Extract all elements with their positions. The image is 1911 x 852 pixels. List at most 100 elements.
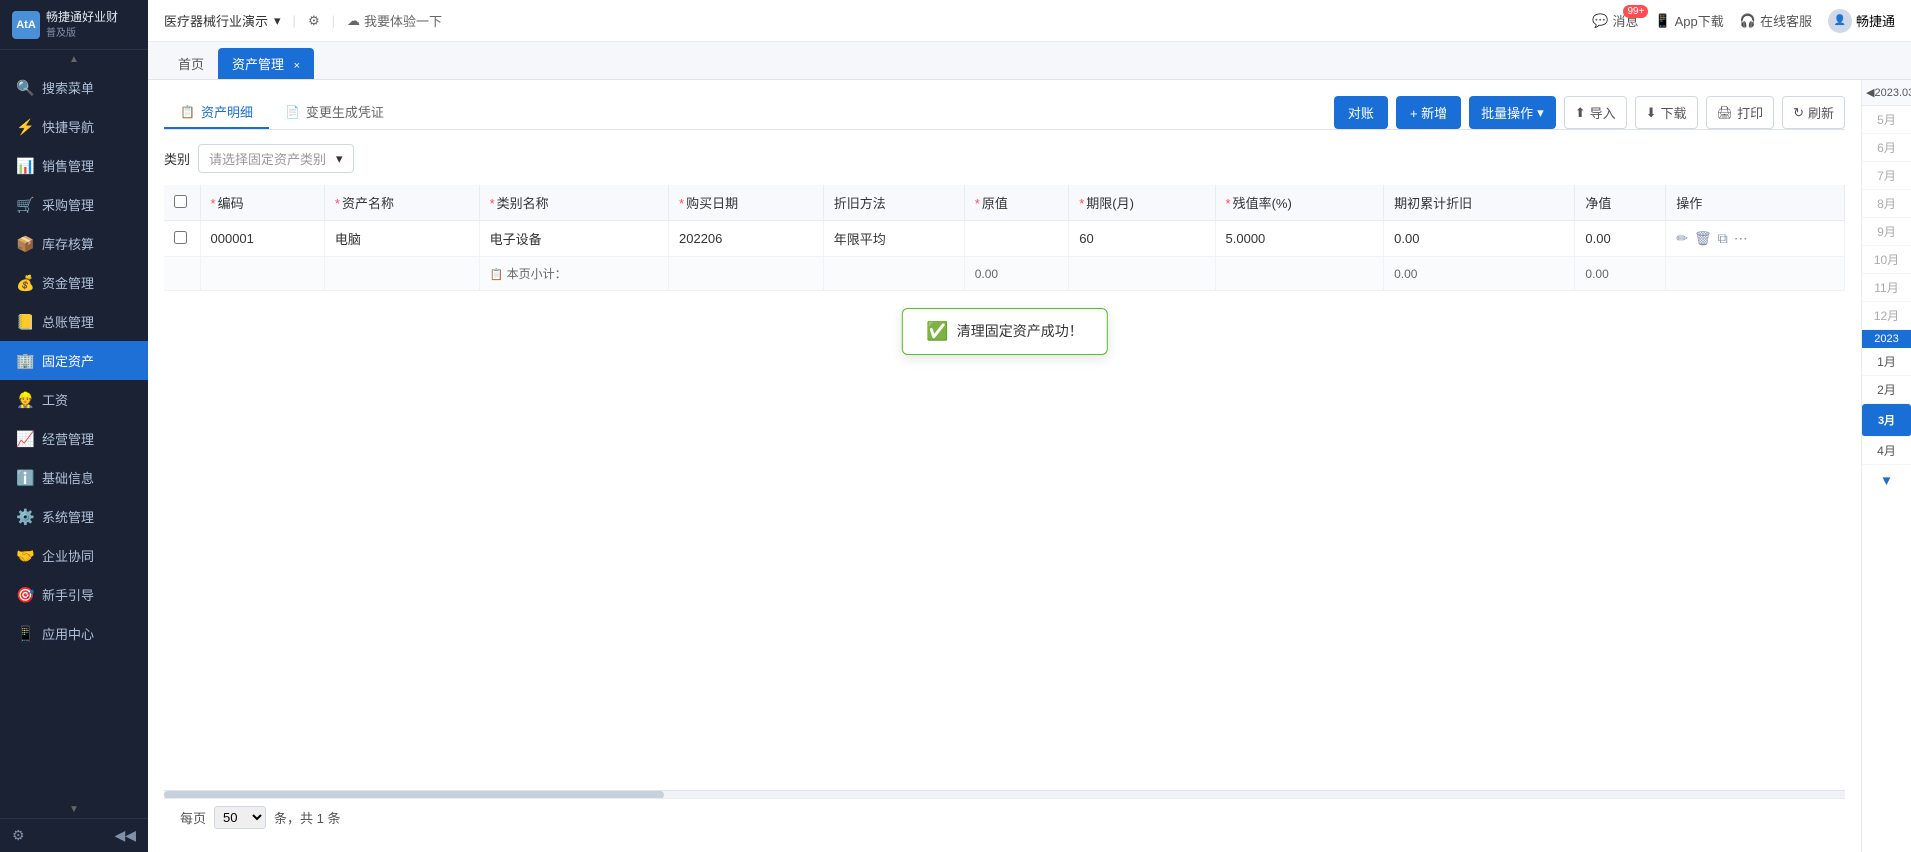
reconcile-button[interactable]: 对账 [1334, 96, 1388, 129]
print-button[interactable]: 🖨 打印 [1706, 96, 1775, 129]
cal-month-6[interactable]: 6月 [1862, 134, 1911, 162]
import-button[interactable]: ⬆ 导入 [1564, 96, 1627, 129]
calendar-year-month: 2023.03 [1874, 87, 1911, 99]
service-label: 在线客服 [1760, 11, 1812, 30]
download-button[interactable]: ⬇ 下载 [1635, 96, 1698, 129]
cal-month-8[interactable]: 8月 [1862, 190, 1911, 218]
sidebar-item-corp-collab[interactable]: 🤝 企业协同 [0, 536, 148, 575]
batch-button[interactable]: 批量操作 ▾ [1469, 96, 1556, 129]
cal-prev-icon[interactable]: ◀ [1866, 86, 1874, 99]
sidebar-item-new-guide[interactable]: 🎯 新手引导 [0, 575, 148, 614]
settings-icon[interactable]: ⚙ [12, 827, 25, 844]
calendar-year-label[interactable]: 2023 [1862, 330, 1911, 348]
copy-action-button[interactable]: ⧉ [1718, 230, 1728, 247]
row-action-buttons: ✏ 🗑 ⧉ ⋯ [1676, 230, 1834, 247]
scrollbar-thumb[interactable] [164, 791, 664, 798]
sidebar-bottom: ⚙ ◀◀ [0, 818, 148, 852]
row-name-cell: 电脑 [324, 221, 479, 257]
category-select[interactable]: 请选择固定资产类别 ▾ [198, 144, 354, 173]
sidebar-item-base-info[interactable]: ℹ️ 基础信息 [0, 458, 148, 497]
sub-tab-asset-detail-label: 资产明细 [201, 102, 253, 121]
sidebar-item-ledger[interactable]: 📒 总账管理 [0, 302, 148, 341]
base-info-icon: ℹ️ [16, 469, 34, 487]
sidebar-item-search[interactable]: 🔍 搜索菜单 [0, 68, 148, 107]
online-service-btn[interactable]: 🎧 在线客服 [1740, 11, 1812, 30]
more-action-button[interactable]: ⋯ [1734, 230, 1748, 247]
sidebar-item-label: 资金管理 [42, 273, 94, 292]
settings-btn[interactable]: ⚙ [308, 13, 320, 29]
edit-action-button[interactable]: ✏ [1676, 230, 1688, 247]
sidebar-item-fixed-assets[interactable]: 🏢 固定资产 [0, 341, 148, 380]
calendar-header: ◀ 2023.03 ▶ [1862, 80, 1911, 106]
row-purchase-date-cell: 202206 [669, 221, 824, 257]
purchase-icon: 🛒 [16, 196, 34, 214]
payroll-icon: 👷 [16, 391, 34, 409]
batch-label: 批量操作 [1481, 103, 1533, 122]
per-page-label: 每页 [180, 808, 206, 827]
collapse-icon[interactable]: ◀◀ [114, 827, 136, 844]
cal-month-12[interactable]: 12月 [1862, 302, 1911, 330]
table-container: *编码 *资产名称 *类别名称 *购买日期 折旧方法 *原值 *期限(月) *残… [164, 185, 1845, 790]
row-checkbox[interactable] [174, 231, 187, 244]
total-label: 条，共 1 条 [274, 808, 340, 827]
cal-month-5[interactable]: 5月 [1862, 106, 1911, 134]
sidebar-item-inventory[interactable]: 📦 库存核算 [0, 224, 148, 263]
cal-month-4[interactable]: 4月 [1862, 437, 1911, 465]
col-code: *编码 [200, 185, 324, 221]
user-menu[interactable]: 👤 畅捷通 [1828, 9, 1895, 33]
subtotal-row: 📋 本页小计： 0.00 0.00 0.00 [164, 257, 1845, 291]
cal-month-1[interactable]: 1月 [1862, 348, 1911, 376]
subtotal-net-value: 0.00 [1575, 257, 1666, 291]
sidebar-item-app-center[interactable]: 📱 应用中心 [0, 614, 148, 653]
sidebar-item-sys-mgmt[interactable]: ⚙️ 系统管理 [0, 497, 148, 536]
sub-tab-asset-detail[interactable]: 📋 资产明细 [164, 96, 269, 129]
topbar: 医疗器械行业演示 ▾ | ⚙ | ☁ 我要体验一下 💬 消息 99+ 📱 App… [148, 0, 1911, 42]
delete-action-button[interactable]: 🗑 [1694, 230, 1712, 247]
sidebar-item-operations[interactable]: 📈 经营管理 [0, 419, 148, 458]
messages-btn[interactable]: 💬 消息 99+ [1592, 11, 1638, 30]
toolbar-right-btns: 对账 + 新增 批量操作 ▾ ⬆ 导入 ⬇ 下载 🖨 [1334, 96, 1845, 129]
company-selector[interactable]: 医疗器械行业演示 ▾ [164, 11, 281, 30]
calendar-expand-button[interactable]: ▼ [1866, 469, 1907, 492]
batch-dropdown-icon: ▾ [1537, 105, 1544, 121]
sidebar-item-label: 采购管理 [42, 195, 94, 214]
sub-tabs: 📋 资产明细 📄 变更生成凭证 对账 + 新增 批量操作 ▾ ⬆ [164, 96, 1845, 130]
new-button[interactable]: + 新增 [1396, 96, 1461, 129]
col-name: *资产名称 [324, 185, 479, 221]
col-original-value: *原值 [964, 185, 1068, 221]
cal-month-9[interactable]: 9月 [1862, 218, 1911, 246]
new-guide-icon: 🎯 [16, 586, 34, 604]
cal-month-11[interactable]: 11月 [1862, 274, 1911, 302]
tab-close-icon[interactable]: × [294, 60, 300, 72]
experience-btn[interactable]: ☁ 我要体验一下 [347, 11, 442, 30]
sidebar-logo: AtA 畅捷通好业财 普及版 [0, 0, 148, 50]
refresh-button[interactable]: ↻ 刷新 [1782, 96, 1845, 129]
download-icon: ⬇ [1646, 105, 1657, 121]
success-check-icon: ✅ [926, 321, 948, 342]
row-original-value-cell [964, 221, 1068, 257]
filter-row: 类别 请选择固定资产类别 ▾ [164, 144, 1845, 173]
per-page-select[interactable]: 50 100 200 [214, 806, 266, 829]
tab-home[interactable]: 首页 [164, 48, 218, 79]
sidebar-item-quick-nav[interactable]: ⚡ 快捷导航 [0, 107, 148, 146]
sidebar-item-purchase[interactable]: 🛒 采购管理 [0, 185, 148, 224]
asset-table: *编码 *资产名称 *类别名称 *购买日期 折旧方法 *原值 *期限(月) *残… [164, 185, 1845, 291]
horizontal-scrollbar[interactable] [164, 790, 1845, 798]
app-download-btn[interactable]: 📱 App下载 [1654, 11, 1723, 30]
cal-month-2[interactable]: 2月 [1862, 376, 1911, 404]
sidebar-item-capital[interactable]: 💰 资金管理 [0, 263, 148, 302]
import-icon: ⬆ [1575, 105, 1586, 121]
sidebar-scroll-down[interactable]: ▼ [0, 800, 148, 818]
cal-month-7[interactable]: 7月 [1862, 162, 1911, 190]
sub-tab-change-voucher[interactable]: 📄 变更生成凭证 [269, 96, 400, 129]
cal-month-10[interactable]: 10月 [1862, 246, 1911, 274]
sub-tab-change-voucher-label: 变更生成凭证 [306, 102, 384, 121]
tab-asset-mgmt[interactable]: 资产管理 × [218, 48, 314, 79]
table-row: 000001 电脑 电子设备 202206 年限平均 60 5.0000 0.0… [164, 221, 1845, 257]
sidebar-item-sales[interactable]: 📊 销售管理 [0, 146, 148, 185]
cal-month-3-current[interactable]: 3月 [1862, 404, 1911, 437]
logo-sub: 普及版 [46, 24, 118, 39]
select-all-checkbox[interactable] [174, 195, 187, 208]
col-category: *类别名称 [479, 185, 668, 221]
sidebar-item-payroll[interactable]: 👷 工资 [0, 380, 148, 419]
